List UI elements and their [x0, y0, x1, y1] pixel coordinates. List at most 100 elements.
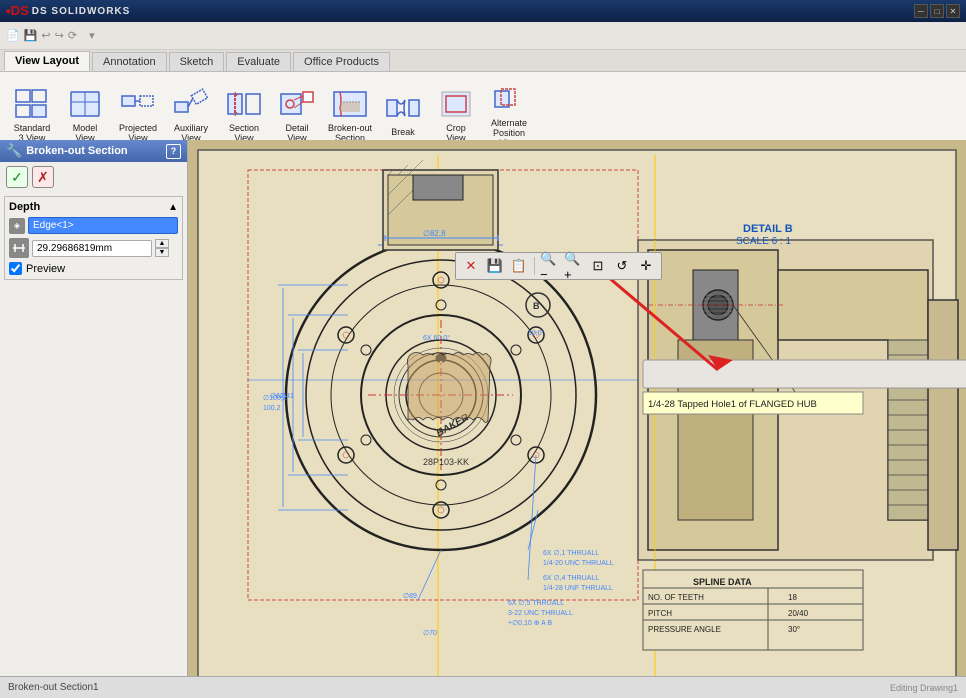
maximize-button[interactable]: □: [930, 4, 944, 18]
confirm-row: ✓ ✗: [0, 162, 187, 192]
app-name: DS SOLIDWORKS: [32, 6, 131, 17]
tab-office-products[interactable]: Office Products: [293, 52, 390, 71]
svg-text:20/40: 20/40: [788, 609, 809, 618]
svg-text:SPLINE DATA: SPLINE DATA: [693, 577, 752, 587]
svg-text:∅70: ∅70: [423, 630, 437, 637]
status-right: Editing Drawing1: [890, 683, 958, 693]
svg-text:30,0°: 30,0°: [528, 329, 545, 337]
fit-button[interactable]: ⊡: [587, 255, 609, 277]
float-toolbar: ✕ 💾 📋 🔍− 🔍+ ⊡ ↺ ✛: [455, 252, 662, 280]
svg-text:+∅0,10 ⊕ A B: +∅0,10 ⊕ A B: [508, 620, 552, 627]
svg-text:3-22 UNC THRUALL: 3-22 UNC THRUALL: [508, 610, 573, 617]
spin-up[interactable]: ▲: [155, 239, 169, 248]
svg-text:6X ∅,5 THRUALL: 6X ∅,5 THRUALL: [508, 600, 564, 607]
svg-text:DETAIL B: DETAIL B: [743, 223, 793, 235]
svg-text:100,2: 100,2: [263, 405, 281, 412]
svg-text:28P103-KK: 28P103-KK: [423, 457, 469, 467]
break-button[interactable]: Break: [377, 85, 429, 145]
depth-input-row: ◈ Edge<1>: [9, 217, 178, 234]
model-view-icon: [67, 86, 103, 122]
rotate-button[interactable]: ↺: [611, 255, 633, 277]
pan-button[interactable]: ✛: [635, 255, 657, 277]
copy-button[interactable]: 📋: [508, 255, 530, 277]
svg-text:B: B: [533, 301, 540, 311]
save-quick-icon[interactable]: 💾: [24, 29, 38, 42]
status-text: Broken-out Section1: [8, 682, 99, 693]
zoom-in-button[interactable]: 🔍+: [563, 255, 585, 277]
panel-header: 🔧 Broken-out Section ?: [0, 140, 187, 162]
svg-text:6X 60,0°: 6X 60,0°: [423, 334, 450, 342]
left-panel: 🔧 Broken-out Section ? ✓ ✗ Depth ▲ ◈ Edg…: [0, 140, 188, 698]
detail-view-button[interactable]: DetailView: [271, 81, 323, 149]
ok-button[interactable]: ✓: [6, 166, 28, 188]
window-controls[interactable]: ─ □ ✕: [914, 4, 960, 18]
options-icon[interactable]: ▾: [89, 29, 95, 42]
broken-out-section-button[interactable]: Broken-outSection: [324, 81, 376, 149]
quick-access-toolbar: 📄 💾 ↩ ↪ ⟳ ▾: [0, 22, 966, 50]
ribbon-tabs: View Layout Annotation Sketch Evaluate O…: [0, 50, 966, 72]
projected-view-icon: [120, 86, 156, 122]
svg-text:1/4-28 Tapped Hole1 of FLANGED: 1/4-28 Tapped Hole1 of FLANGED HUB: [648, 399, 817, 410]
tab-view-layout[interactable]: View Layout: [4, 51, 90, 71]
preview-checkbox[interactable]: [9, 262, 22, 275]
svg-text:PRESSURE ANGLE: PRESSURE ANGLE: [648, 625, 721, 634]
tab-sketch[interactable]: Sketch: [169, 52, 225, 71]
tab-evaluate[interactable]: Evaluate: [226, 52, 291, 71]
preview-label: Preview: [26, 263, 65, 275]
zoom-out-button[interactable]: 🔍−: [539, 255, 561, 277]
svg-text:SCALE 6 : 1: SCALE 6 : 1: [736, 236, 791, 247]
edge-select[interactable]: Edge<1>: [28, 217, 178, 234]
redo-icon[interactable]: ↪: [55, 29, 64, 42]
depth-title: Depth: [9, 201, 40, 213]
alternate-position-view-icon: [491, 81, 527, 117]
svg-text:NO. OF TEETH: NO. OF TEETH: [648, 593, 704, 602]
depth-value-icon: [9, 238, 29, 258]
minimize-button[interactable]: ─: [914, 4, 928, 18]
section-view-button[interactable]: SectionView: [218, 81, 270, 149]
crop-view-button[interactable]: CropView: [430, 81, 482, 149]
save-float-button[interactable]: 💾: [484, 255, 506, 277]
preview-row: Preview: [9, 262, 178, 275]
svg-text:18: 18: [788, 593, 797, 602]
crop-view-icon: [438, 86, 474, 122]
file-icon[interactable]: 📄: [6, 29, 20, 42]
depth-value-input[interactable]: [32, 240, 152, 257]
help-button[interactable]: ?: [166, 144, 181, 159]
auxiliary-view-button[interactable]: AuxiliaryView: [165, 81, 217, 149]
ds-logo: ⬩DS: [6, 3, 29, 19]
standard-3view-button[interactable]: Standard3 View: [6, 81, 58, 149]
undo-icon[interactable]: ↩: [41, 29, 50, 42]
depth-header: Depth ▲: [9, 201, 178, 213]
main-drawing-area: BAKER 28P103-KK ∅82.8 ∅100,2 100,2 ∅62 ∅…: [188, 140, 966, 698]
svg-text:6X ∅,4 THRUALL: 6X ∅,4 THRUALL: [543, 575, 599, 582]
tab-annotation[interactable]: Annotation: [92, 52, 167, 71]
cancel-button[interactable]: ✗: [32, 166, 54, 188]
svg-text:6X ∅,1 THRUALL: 6X ∅,1 THRUALL: [543, 550, 599, 557]
svg-text:∅41: ∅41: [280, 393, 294, 400]
auxiliary-view-icon: [173, 86, 209, 122]
section-view-icon: [226, 86, 262, 122]
svg-text:30°: 30°: [788, 625, 800, 634]
drawing-svg: BAKER 28P103-KK ∅82.8 ∅100,2 100,2 ∅62 ∅…: [188, 140, 966, 698]
app-logo: ⬩DS DS SOLIDWORKS: [6, 3, 130, 19]
title-bar: ⬩DS DS SOLIDWORKS ─ □ ✕: [0, 0, 966, 22]
separator: [534, 257, 535, 275]
panel-title: Broken-out Section: [26, 145, 127, 157]
svg-text:∅82,8: ∅82,8: [423, 229, 446, 238]
projected-view-button[interactable]: ProjectedView: [112, 81, 164, 149]
break-label: Break: [391, 128, 415, 138]
spin-down[interactable]: ▼: [155, 248, 169, 257]
close-button[interactable]: ✕: [946, 4, 960, 18]
collapse-button[interactable]: ▲: [168, 202, 178, 213]
svg-text:PITCH: PITCH: [648, 609, 672, 618]
svg-text:∅89: ∅89: [403, 593, 417, 600]
svg-text:1/4-20 UNC THRUALL: 1/4-20 UNC THRUALL: [543, 560, 614, 567]
spin-buttons: ▲ ▼: [155, 239, 169, 257]
standard-3view-icon: [14, 86, 50, 122]
status-bar: Broken-out Section1 Editing Drawing1: [0, 676, 966, 698]
model-view-button[interactable]: ModelView: [59, 81, 111, 149]
depth-value-row: ▲ ▼: [9, 238, 178, 258]
rebuild-icon[interactable]: ⟳: [68, 29, 77, 42]
depth-section: Depth ▲ ◈ Edge<1> ▲ ▼ Preview: [4, 196, 183, 280]
close-float-button[interactable]: ✕: [460, 255, 482, 277]
